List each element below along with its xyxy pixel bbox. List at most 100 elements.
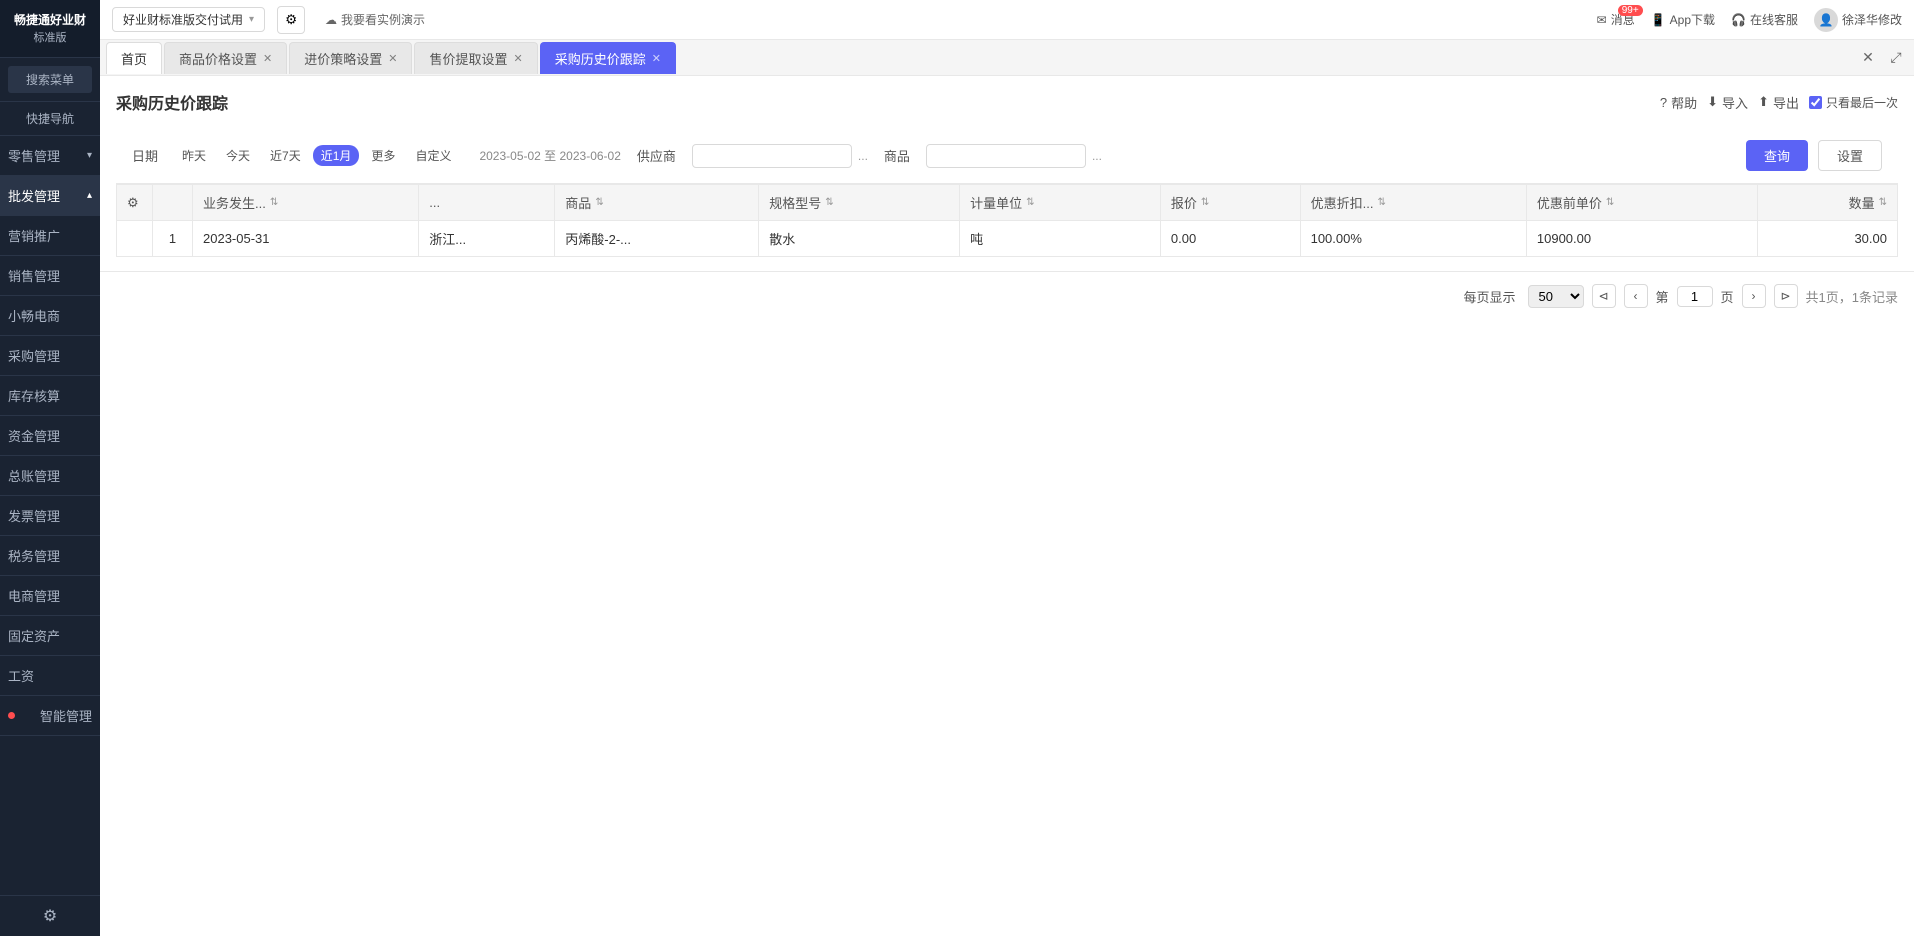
date-option-custom[interactable]: 自定义	[407, 145, 459, 166]
tab-home[interactable]: 首页	[106, 42, 162, 74]
close-icon[interactable]: ✕	[652, 52, 661, 65]
col-date[interactable]: 业务发生... ⇅	[193, 185, 419, 221]
main-area: 好业财标准版交付试用 ▾ ⚙ ☁ 我要看实例演示 ✉ 消息 99+ 📱 App下…	[100, 0, 1914, 936]
filter-setting-button[interactable]: 设置	[1818, 140, 1882, 171]
close-icon[interactable]: ✕	[388, 52, 397, 65]
sidebar-item-label: 发票管理	[8, 506, 60, 525]
import-button[interactable]: ⬇ 导入	[1707, 93, 1748, 112]
date-option-last7[interactable]: 近7天	[262, 145, 309, 166]
quick-nav-button[interactable]: 快捷导航	[0, 102, 100, 136]
page-input[interactable]	[1677, 286, 1713, 307]
product-input[interactable]	[926, 144, 1086, 168]
prev-page-button[interactable]: ‹	[1624, 284, 1648, 308]
sidebar-item-purchase[interactable]: 采购管理	[0, 336, 100, 376]
import-label: 导入	[1722, 93, 1748, 112]
app-download-button[interactable]: 📱 App下载	[1651, 11, 1715, 28]
sort-icon: ⇅	[1026, 197, 1034, 208]
sidebar-settings-icon[interactable]: ⚙	[43, 908, 57, 925]
col-product[interactable]: 商品 ⇅	[555, 185, 759, 221]
sidebar-item-ecommerce-small[interactable]: 小畅电商	[0, 296, 100, 336]
date-option-today[interactable]: 今天	[218, 145, 258, 166]
row-index-cell: 1	[153, 221, 193, 257]
sidebar-item-fixed-assets[interactable]: 固定资产	[0, 616, 100, 656]
supplier-more-button[interactable]: ...	[858, 149, 868, 163]
sidebar-item-tax[interactable]: 税务管理	[0, 536, 100, 576]
maximize-window-button[interactable]: ⤢	[1884, 46, 1908, 70]
date-option-more[interactable]: 更多	[363, 145, 403, 166]
sidebar-item-ecommerce[interactable]: 电商管理	[0, 576, 100, 616]
message-icon: ✉	[1597, 13, 1607, 27]
sidebar-item-invoice[interactable]: 发票管理	[0, 496, 100, 536]
user-info[interactable]: 👤 徐泽华修改	[1814, 8, 1902, 32]
col-discount[interactable]: 优惠折扣... ⇅	[1300, 185, 1526, 221]
tab-price-label: 商品价格设置	[179, 49, 257, 68]
chevron-down-icon: ▾	[249, 14, 254, 25]
sidebar-search-area[interactable]: 搜索菜单	[0, 58, 100, 102]
col-quoted-price[interactable]: 报价 ⇅	[1160, 185, 1300, 221]
header-settings-button[interactable]: ⚙	[277, 6, 305, 34]
sidebar-item-payroll[interactable]: 工资	[0, 656, 100, 696]
page-title: 采购历史价跟踪	[116, 90, 228, 114]
export-button[interactable]: ⬆ 导出	[1758, 93, 1799, 112]
date-options: 昨天 今天 近7天 近1月 更多 自定义	[174, 145, 459, 166]
sidebar-item-marketing[interactable]: 营销推广	[0, 216, 100, 256]
close-icon[interactable]: ✕	[514, 52, 523, 65]
phone-icon: 📱	[1651, 13, 1666, 27]
supplier-input[interactable]	[692, 144, 852, 168]
help-button[interactable]: ? 帮助	[1660, 93, 1697, 112]
search-menu-button[interactable]: 搜索菜单	[8, 66, 92, 93]
logo-subtitle: 标准版	[8, 29, 92, 45]
col-unit[interactable]: 计量单位 ⇅	[960, 185, 1161, 221]
sidebar-item-retail[interactable]: 零售管理 ▾	[0, 136, 100, 176]
sidebar-item-ledger[interactable]: 总账管理	[0, 456, 100, 496]
product-more-button[interactable]: ...	[1092, 149, 1102, 163]
row-product-cell: 丙烯酸-2-...	[555, 221, 759, 257]
supplier-input-group: ...	[692, 144, 868, 168]
user-name: 徐泽华修改	[1842, 11, 1902, 28]
col-quantity[interactable]: 数量 ⇅	[1758, 185, 1898, 221]
export-icon: ⬆	[1758, 94, 1769, 110]
next-page-button[interactable]: ›	[1742, 284, 1766, 308]
last-only-label: 只看最后一次	[1826, 94, 1898, 111]
sidebar-item-label: 采购管理	[8, 346, 60, 365]
version-select[interactable]: 好业财标准版交付试用 ▾	[112, 7, 265, 32]
close-window-button[interactable]: ✕	[1856, 46, 1880, 70]
message-button[interactable]: ✉ 消息 99+	[1597, 11, 1635, 28]
col-extra-label: ...	[429, 195, 440, 210]
tab-history-price-label: 采购历史价跟踪	[555, 49, 646, 68]
last-only-checkbox[interactable]	[1809, 96, 1822, 109]
query-button[interactable]: 查询	[1746, 140, 1808, 171]
close-icon[interactable]: ✕	[263, 52, 272, 65]
sidebar-item-smart[interactable]: 智能管理	[0, 696, 100, 736]
sidebar: 畅捷通好业财 标准版 搜索菜单 快捷导航 零售管理 ▾ 批发管理 ▴ 营销推广 …	[0, 0, 100, 936]
page-unit: 页	[1721, 287, 1734, 306]
per-page-select[interactable]: 50 20 100 200	[1528, 285, 1584, 308]
version-text: 好业财标准版交付试用	[123, 11, 243, 28]
sidebar-item-wholesale[interactable]: 批发管理 ▴	[0, 176, 100, 216]
first-page-button[interactable]: ⊲	[1592, 284, 1616, 308]
sidebar-item-inventory[interactable]: 库存核算	[0, 376, 100, 416]
sidebar-item-label: 批发管理	[8, 186, 60, 205]
user-icon: 👤	[1819, 13, 1834, 27]
col-extra[interactable]: ...	[419, 185, 555, 221]
col-settings[interactable]: ⚙	[117, 185, 153, 221]
online-service-button[interactable]: 🎧 在线客服	[1731, 11, 1798, 28]
date-option-last1m[interactable]: 近1月	[313, 145, 360, 166]
tab-purchase-strategy[interactable]: 进价策略设置 ✕	[289, 42, 412, 74]
col-spec[interactable]: 规格型号 ⇅	[759, 185, 960, 221]
tab-price[interactable]: 商品价格设置 ✕	[164, 42, 287, 74]
row-unit-cell: 吨	[960, 221, 1161, 257]
sidebar-item-label: 资金管理	[8, 426, 60, 445]
table-header-row: ⚙ 业务发生... ⇅ ...	[117, 185, 1898, 221]
tab-history-price[interactable]: 采购历史价跟踪 ✕	[540, 42, 676, 74]
table-settings-icon: ⚙	[127, 195, 139, 210]
col-price-before[interactable]: 优惠前单价 ⇅	[1526, 185, 1757, 221]
last-page-button[interactable]: ⊳	[1774, 284, 1798, 308]
date-option-yesterday[interactable]: 昨天	[174, 145, 214, 166]
data-table: ⚙ 业务发生... ⇅ ...	[116, 184, 1898, 257]
tab-sale-extract[interactable]: 售价提取设置 ✕	[414, 42, 537, 74]
sidebar-item-finance[interactable]: 资金管理	[0, 416, 100, 456]
sidebar-item-sales[interactable]: 销售管理	[0, 256, 100, 296]
header-right: ✉ 消息 99+ 📱 App下载 🎧 在线客服 👤 徐泽华修改	[1597, 8, 1902, 32]
demo-button[interactable]: ☁ 我要看实例演示	[325, 11, 425, 28]
